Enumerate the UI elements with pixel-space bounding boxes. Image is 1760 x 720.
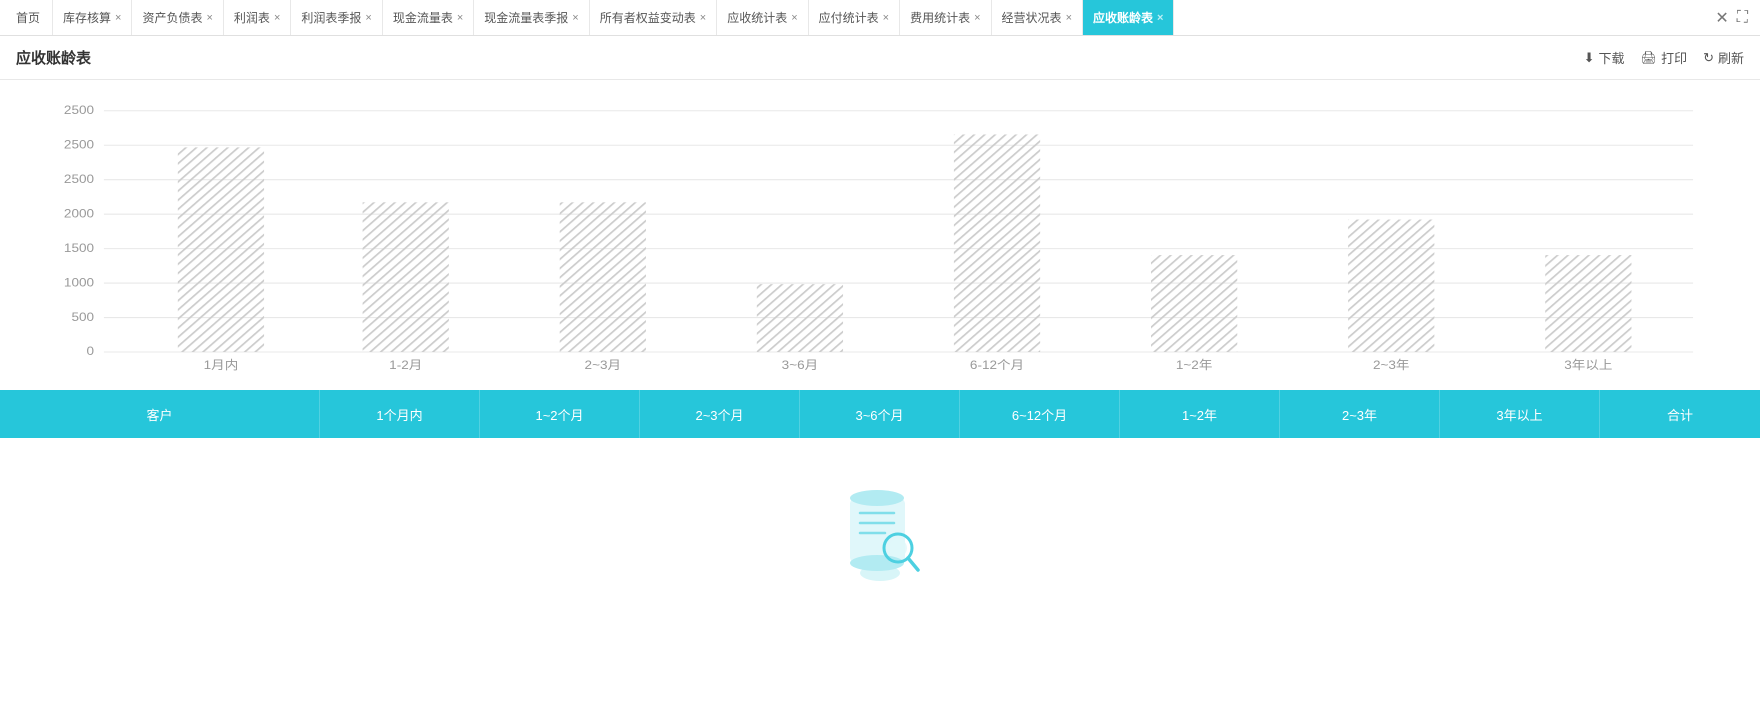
print-button[interactable]: 🖨 打印	[1641, 48, 1688, 67]
bar-3-6月	[757, 284, 843, 352]
svg-text:3~6月: 3~6月	[782, 358, 819, 372]
tab-label: 资产负债表	[142, 9, 202, 26]
svg-text:2000: 2000	[64, 206, 94, 220]
bar-6-12月	[954, 134, 1040, 352]
bar-chart: 2500 2500 2500 2000 1500 1000 500 0	[30, 100, 1730, 380]
bar-2-3月	[560, 202, 646, 352]
col-1month: 1个月内	[320, 390, 480, 438]
page-header: 应收账龄表 ⬇ 下载 🖨 打印 ↻ 刷新	[0, 36, 1760, 80]
tab-close-icon[interactable]: ×	[457, 12, 463, 24]
tab-close-icon[interactable]: ×	[115, 12, 121, 24]
svg-text:1~2年: 1~2年	[1176, 358, 1213, 372]
svg-text:1月内: 1月内	[204, 358, 239, 372]
tab-close-icon[interactable]: ×	[700, 12, 706, 24]
svg-text:6-12个月: 6-12个月	[970, 358, 1024, 372]
tab-label: 现金流量表	[393, 9, 453, 26]
svg-text:2500: 2500	[64, 137, 94, 151]
tab-home-label: 首页	[16, 9, 40, 26]
col-3years-plus: 3年以上	[1440, 390, 1600, 438]
main-content: 2500 2500 2500 2000 1500 1000 500 0	[0, 80, 1760, 720]
close-window-button[interactable]: ✕	[1715, 8, 1728, 28]
chart-container: 2500 2500 2500 2000 1500 1000 500 0	[30, 100, 1730, 380]
tab-label: 利润表	[234, 9, 270, 26]
svg-text:500: 500	[71, 310, 94, 324]
tab-inventory[interactable]: 库存核算 ×	[53, 0, 132, 36]
maximize-window-button[interactable]: ⛶	[1737, 9, 1748, 27]
chart-area: 2500 2500 2500 2000 1500 1000 500 0	[0, 80, 1760, 390]
bar-1-2年	[1151, 255, 1237, 352]
page-title: 应收账龄表	[16, 47, 91, 68]
col-6-12months: 6~12个月	[960, 390, 1120, 438]
svg-text:3年以上: 3年以上	[1564, 358, 1612, 372]
refresh-button[interactable]: ↻ 刷新	[1703, 48, 1744, 67]
bar-2-3年	[1348, 220, 1434, 352]
tab-close-icon[interactable]: ×	[274, 12, 280, 24]
tab-home[interactable]: 首页	[4, 0, 53, 36]
svg-text:2~3月: 2~3月	[585, 358, 622, 372]
col-2-3months: 2~3个月	[640, 390, 800, 438]
print-icon: 🖨	[1641, 50, 1658, 66]
col-customer: 客户	[0, 390, 320, 438]
bar-3年以上	[1545, 255, 1631, 352]
svg-text:2500: 2500	[64, 103, 94, 117]
tab-label: 应收账龄表	[1093, 9, 1153, 26]
download-icon: ⬇	[1584, 50, 1595, 66]
svg-text:1000: 1000	[64, 275, 94, 289]
tab-cashflow-quarterly[interactable]: 现金流量表季报 ×	[474, 0, 589, 36]
print-label: 打印	[1661, 48, 1687, 67]
download-button[interactable]: ⬇ 下载	[1584, 48, 1625, 67]
tab-label: 现金流量表季报	[484, 9, 568, 26]
download-label: 下载	[1599, 48, 1625, 67]
tab-close-active-icon[interactable]: ×	[1157, 12, 1163, 24]
tab-label: 库存核算	[63, 9, 111, 26]
empty-state	[0, 438, 1760, 720]
tab-bar: 首页 库存核算 × 资产负债表 × 利润表 × 利润表季报 × 现金流量表 × …	[0, 0, 1760, 36]
col-2-3years: 2~3年	[1280, 390, 1440, 438]
tab-equity[interactable]: 所有者权益变动表 ×	[590, 0, 717, 36]
tab-label: 利润表季报	[301, 9, 361, 26]
tab-label: 所有者权益变动表	[600, 9, 696, 26]
tab-label: 费用统计表	[910, 9, 970, 26]
svg-text:1500: 1500	[64, 241, 94, 255]
tab-payable-stats[interactable]: 应付统计表 ×	[809, 0, 900, 36]
tab-label: 应付统计表	[819, 9, 879, 26]
refresh-icon: ↻	[1703, 50, 1714, 66]
tab-expense-stats[interactable]: 费用统计表 ×	[900, 0, 991, 36]
svg-text:1-2月: 1-2月	[389, 358, 422, 372]
window-controls: ✕ ⛶	[1715, 8, 1756, 28]
tab-close-icon[interactable]: ×	[206, 12, 212, 24]
tab-close-icon[interactable]: ×	[1066, 12, 1072, 24]
tab-profit[interactable]: 利润表 ×	[224, 0, 291, 36]
col-total: 合计	[1600, 390, 1760, 438]
tab-receivable-stats[interactable]: 应收统计表 ×	[717, 0, 808, 36]
empty-illustration	[830, 478, 930, 591]
tab-balance[interactable]: 资产负债表 ×	[132, 0, 223, 36]
bar-1月内	[178, 147, 264, 352]
svg-text:2500: 2500	[64, 172, 94, 186]
table-header: 客户 1个月内 1~2个月 2~3个月 3~6个月 6~12个月 1~2年 2~…	[0, 390, 1760, 438]
tab-label: 应收统计表	[727, 9, 787, 26]
tab-close-icon[interactable]: ×	[883, 12, 889, 24]
tab-label: 经营状况表	[1002, 9, 1062, 26]
svg-text:0: 0	[87, 344, 95, 358]
tab-close-icon[interactable]: ×	[365, 12, 371, 24]
col-1-2months: 1~2个月	[480, 390, 640, 438]
tab-ar-aging[interactable]: 应收账龄表 ×	[1083, 0, 1174, 36]
bar-1-2月	[363, 202, 449, 352]
tab-close-icon[interactable]: ×	[974, 12, 980, 24]
tab-profit-quarterly[interactable]: 利润表季报 ×	[291, 0, 382, 36]
col-1-2years: 1~2年	[1120, 390, 1280, 438]
tab-close-icon[interactable]: ×	[791, 12, 797, 24]
svg-text:2~3年: 2~3年	[1373, 358, 1410, 372]
tab-cashflow[interactable]: 现金流量表 ×	[383, 0, 474, 36]
header-actions: ⬇ 下载 🖨 打印 ↻ 刷新	[1584, 48, 1744, 67]
refresh-label: 刷新	[1718, 48, 1744, 67]
tab-close-icon[interactable]: ×	[572, 12, 578, 24]
col-3-6months: 3~6个月	[800, 390, 960, 438]
empty-icon	[830, 478, 930, 588]
tab-operations[interactable]: 经营状况表 ×	[992, 0, 1083, 36]
